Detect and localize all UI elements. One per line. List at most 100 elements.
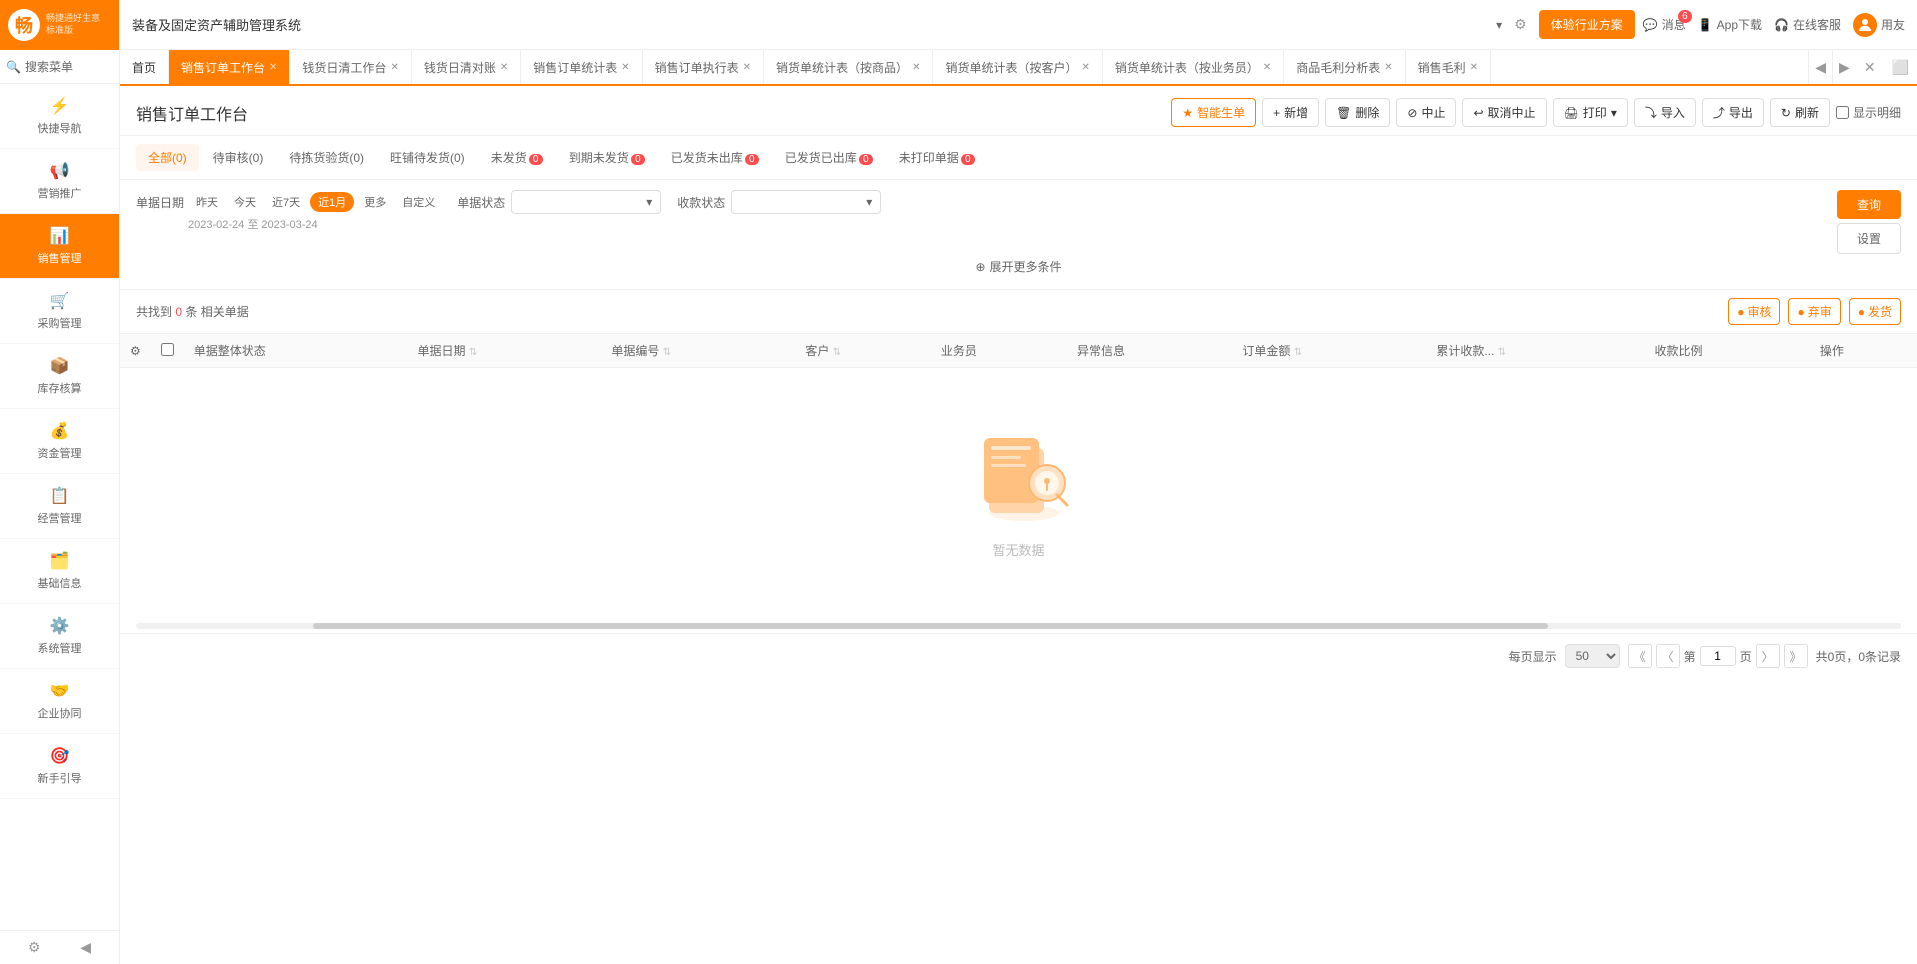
- sidebar-item-quick-nav[interactable]: ⚡快捷导航: [0, 84, 119, 149]
- smart-generate-button[interactable]: ★ 智能生单: [1171, 98, 1256, 127]
- delete-button[interactable]: 🗑 删除: [1325, 98, 1390, 127]
- filter-tab-overdue-not-shipped[interactable]: 到期未发货0: [557, 144, 657, 171]
- expand-conditions-button[interactable]: ⊕ 展开更多条件: [975, 258, 1061, 275]
- refresh-button[interactable]: ↻ 刷新: [1770, 98, 1830, 127]
- tab-home[interactable]: 首页: [120, 50, 169, 85]
- cancel-stop-button[interactable]: ↩ 取消中止: [1462, 98, 1546, 127]
- tab-close-icon[interactable]: ✕: [1263, 62, 1271, 73]
- th-customer[interactable]: 客户 ⇅: [795, 334, 931, 368]
- tab-prev-btn[interactable]: ◀: [1808, 50, 1832, 85]
- collapse-icon[interactable]: ◀: [80, 939, 91, 956]
- filter-tab-shipped-warehoused[interactable]: 已发货已出库0: [773, 144, 885, 171]
- tab-sales-profit[interactable]: 销售毛利✕: [1406, 50, 1491, 85]
- tab-cash-daily[interactable]: 钱货日清工作台✕: [290, 50, 411, 85]
- sidebar-item-sales[interactable]: 📊销售管理: [0, 214, 119, 279]
- add-button[interactable]: + 新增: [1262, 98, 1319, 127]
- tab-sales-summary-customer[interactable]: 销货单统计表（按客户）✕: [933, 50, 1102, 85]
- sidebar-item-cooperation[interactable]: 🤝企业协同: [0, 669, 119, 734]
- app-download-item[interactable]: 📱 App下载: [1698, 16, 1762, 33]
- prev-page-button[interactable]: 〈: [1656, 644, 1680, 668]
- tab-maximize-btn[interactable]: ⬜: [1884, 50, 1917, 85]
- print-button[interactable]: 🖨 打印 ▾: [1553, 98, 1628, 127]
- date-option-近7天[interactable]: 近7天: [266, 192, 306, 212]
- setting-button[interactable]: 设置: [1837, 223, 1901, 254]
- tab-close-icon[interactable]: ✕: [500, 62, 508, 73]
- tab-close-all-btn[interactable]: ✕: [1856, 50, 1884, 85]
- tab-sales-summary-staff[interactable]: 销货单统计表（按业务员）✕: [1103, 50, 1284, 85]
- show-detail-checkbox[interactable]: [1836, 106, 1849, 119]
- tab-sales-stats[interactable]: 销售订单统计表✕: [521, 50, 642, 85]
- th-date[interactable]: 单据日期 ⇅: [408, 334, 602, 368]
- filter-tab-not-shipped[interactable]: 未发货0: [479, 144, 555, 171]
- date-option-更多[interactable]: 更多: [358, 192, 392, 212]
- solution-button[interactable]: 体验行业方案: [1539, 10, 1635, 39]
- filter-tab-pending-review[interactable]: 待审核(0): [201, 144, 276, 171]
- sidebar-item-marketing[interactable]: 📢营销推广: [0, 149, 119, 214]
- tab-sales-summary-product[interactable]: 销货单统计表（按商品）✕: [764, 50, 933, 85]
- date-options-group: 昨天今天近7天近1月更多自定义: [190, 192, 441, 212]
- ship-button[interactable]: ● 发货: [1849, 298, 1901, 325]
- filter-tab-not-printed[interactable]: 未打印单据0: [887, 144, 987, 171]
- page-size-select[interactable]: 50 10 20 100: [1565, 644, 1620, 668]
- stop-button[interactable]: ⊘ 中止: [1396, 98, 1456, 127]
- import-button[interactable]: ⤵ 导入: [1634, 98, 1696, 127]
- sidebar-item-operation[interactable]: 📋经营管理: [0, 474, 119, 539]
- page-number-input[interactable]: [1700, 646, 1736, 666]
- tab-close-icon[interactable]: ✕: [269, 62, 277, 73]
- online-service-item[interactable]: 🎧 在线客服: [1774, 16, 1841, 33]
- sidebar-item-guide[interactable]: 🎯新手引导: [0, 734, 119, 799]
- filter-tab-wangpu-pending[interactable]: 旺铺待发货(0): [378, 144, 477, 171]
- filter-tab-pending-inspect[interactable]: 待拣货验货(0): [277, 144, 376, 171]
- scrollbar-track[interactable]: [136, 623, 1901, 629]
- sidebar-item-search[interactable]: 🔍搜索菜单: [0, 50, 119, 84]
- next-page-button[interactable]: 〉: [1756, 644, 1780, 668]
- tab-next-btn[interactable]: ▶: [1832, 50, 1856, 85]
- th-checkbox[interactable]: [151, 334, 184, 368]
- date-option-今天[interactable]: 今天: [228, 192, 262, 212]
- date-option-自定义[interactable]: 自定义: [396, 192, 441, 212]
- status-select[interactable]: ▾: [511, 190, 661, 214]
- export-button[interactable]: ⤴ 导出: [1702, 98, 1764, 127]
- user-item[interactable]: 用友: [1853, 13, 1905, 37]
- sidebar-item-finance[interactable]: 💰资金管理: [0, 409, 119, 474]
- finance-icon: 💰: [50, 421, 70, 441]
- tab-cash-reconcile[interactable]: 钱货日清对账✕: [412, 50, 521, 85]
- tab-close-icon[interactable]: ✕: [621, 62, 629, 73]
- last-page-button[interactable]: 》: [1784, 644, 1808, 668]
- message-item[interactable]: 💬 消息 6: [1643, 16, 1686, 33]
- scrollbar-thumb[interactable]: [313, 623, 1549, 629]
- show-detail-label[interactable]: 显示明细: [1836, 104, 1901, 121]
- sidebar-item-basic-info[interactable]: 🗂️基础信息: [0, 539, 119, 604]
- tab-sales-exec[interactable]: 销售订单执行表✕: [643, 50, 764, 85]
- tab-close-icon[interactable]: ✕: [390, 62, 398, 73]
- tab-close-icon[interactable]: ✕: [1081, 62, 1089, 73]
- settings-icon[interactable]: ⚙: [28, 939, 41, 956]
- date-option-昨天[interactable]: 昨天: [190, 192, 224, 212]
- search-bar-main: 单据日期 昨天今天近7天近1月更多自定义 单据状态 ▾: [136, 190, 1901, 254]
- th-settings[interactable]: ⚙: [120, 334, 151, 368]
- sidebar-item-purchase[interactable]: 🛒采购管理: [0, 279, 119, 344]
- first-page-button[interactable]: 《: [1628, 644, 1652, 668]
- tab-close-icon[interactable]: ✕: [912, 62, 920, 73]
- gear-icon[interactable]: ⚙: [1510, 12, 1531, 37]
- cancel-review-button[interactable]: ● 弃审: [1788, 298, 1840, 325]
- review-button[interactable]: ● 审核: [1728, 298, 1780, 325]
- tab-close-icon[interactable]: ✕: [1470, 62, 1478, 73]
- tab-close-icon[interactable]: ✕: [1384, 62, 1392, 73]
- sidebar-item-inventory[interactable]: 📦库存核算: [0, 344, 119, 409]
- query-button[interactable]: 查询: [1837, 190, 1901, 219]
- tab-product-margin[interactable]: 商品毛利分析表✕: [1284, 50, 1405, 85]
- tab-sales-workbench[interactable]: 销售订单工作台✕: [169, 50, 290, 85]
- th-collected[interactable]: 累计收款... ⇅: [1426, 334, 1644, 368]
- system-dropdown[interactable]: ▾: [1496, 18, 1502, 32]
- filter-tab-all[interactable]: 全部(0): [136, 144, 199, 171]
- th-number[interactable]: 单据编号 ⇅: [601, 334, 795, 368]
- select-all-checkbox[interactable]: [161, 343, 174, 356]
- payment-select[interactable]: ▾: [731, 190, 881, 214]
- sidebar-item-system[interactable]: ⚙️系统管理: [0, 604, 119, 669]
- expand-icon: ⊕: [975, 260, 985, 274]
- th-amount[interactable]: 订单金额 ⇅: [1232, 334, 1426, 368]
- filter-tab-shipped-not-warehoused[interactable]: 已发货未出库0: [659, 144, 771, 171]
- tab-close-icon[interactable]: ✕: [743, 62, 751, 73]
- date-option-近1月[interactable]: 近1月: [310, 192, 354, 212]
